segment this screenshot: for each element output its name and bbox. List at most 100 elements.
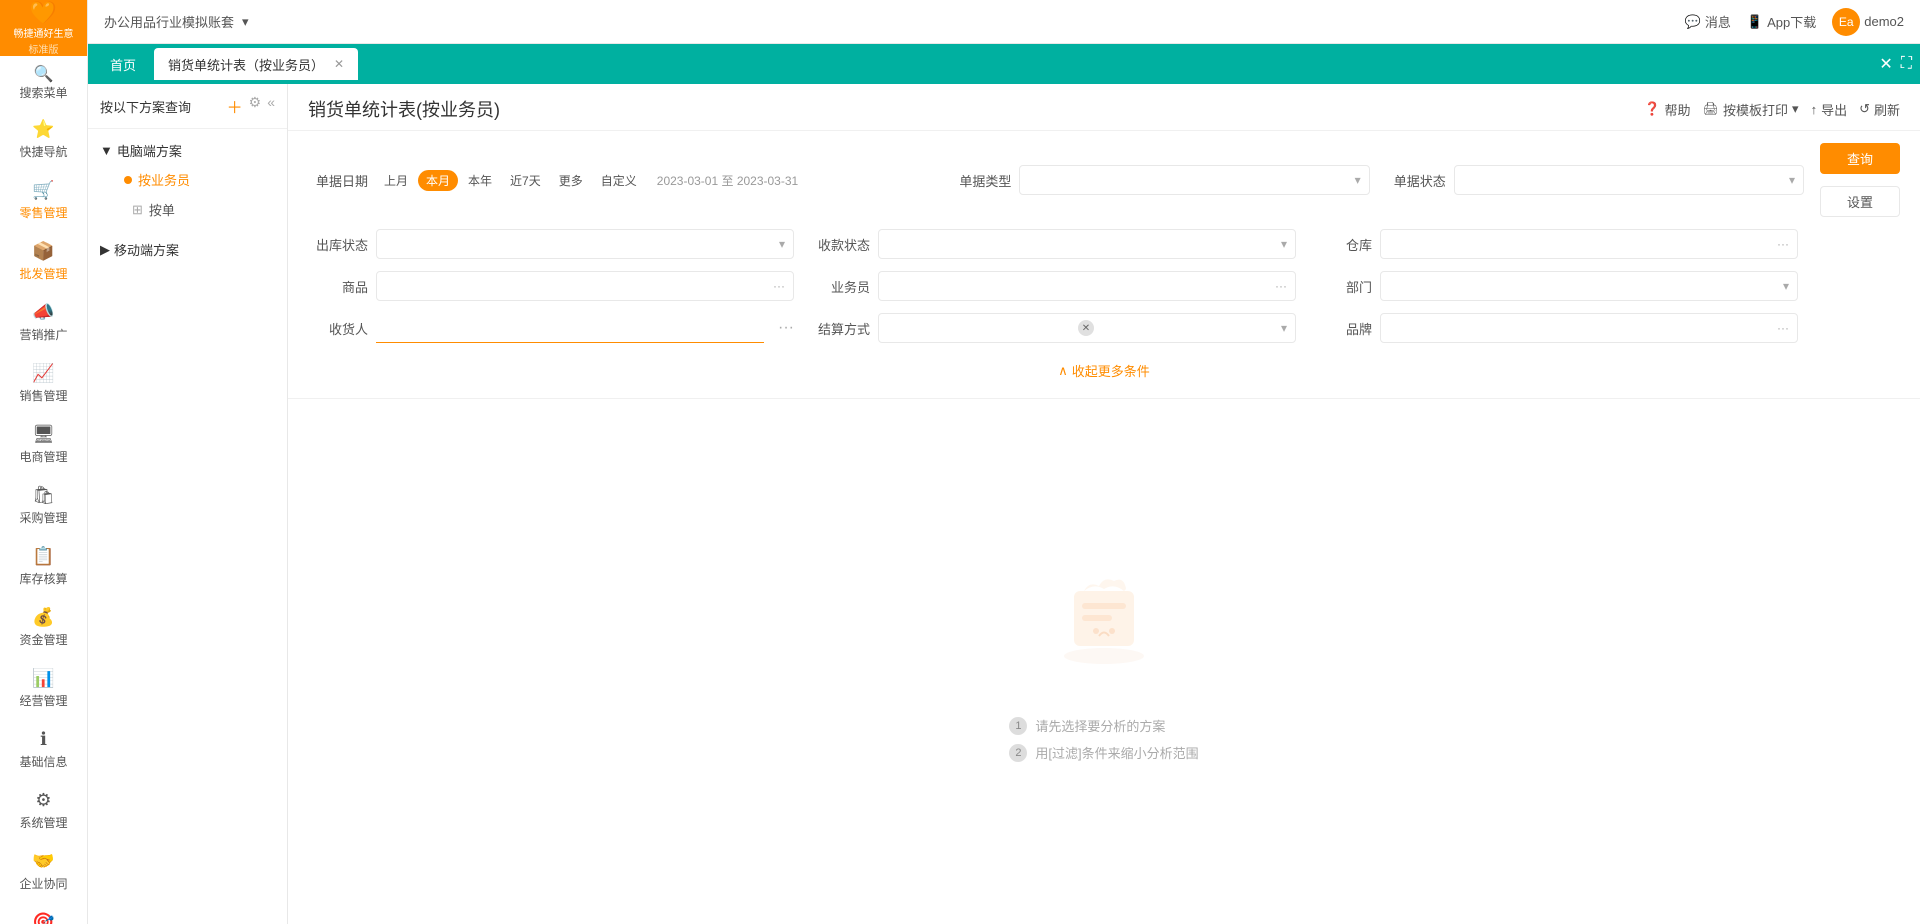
tab-sales-stat-label: 销货单统计表（按业务员） (168, 55, 324, 74)
page-title-bar: 销货单统计表(按业务员) ❓ 帮助 🖨 按模板打印 ▾ ↑ 导出 (288, 84, 1920, 131)
doc-status-label: 单据状态 (1386, 171, 1446, 190)
scheme-collapse-icon[interactable]: « (267, 94, 275, 118)
empty-hint-2: 2 用[过滤]条件来缩小分析范围 (1009, 743, 1198, 762)
date-tab-last-month[interactable]: 上月 (376, 170, 416, 191)
doc-type-select[interactable]: ▾ (1019, 165, 1369, 195)
salesperson-select[interactable]: ··· (878, 271, 1296, 301)
doc-status-select[interactable]: ▾ (1454, 165, 1804, 195)
payment-status-chevron: ▾ (1281, 237, 1287, 251)
enterprise-icon: 🤝 (32, 851, 54, 872)
warehouse-select[interactable]: ··· (1380, 229, 1798, 259)
username: demo2 (1864, 14, 1904, 29)
tab-bar-actions: ✕ ⛶ (1879, 54, 1912, 74)
header-title-area[interactable]: 办公用品行业模拟账套 ▾ (104, 12, 249, 31)
sidebar-item-sales[interactable]: 📈 销售管理 (0, 353, 88, 414)
sidebar-item-basic[interactable]: ℹ 基础信息 (0, 719, 88, 780)
help-button[interactable]: ❓ 帮助 (1644, 100, 1690, 119)
consignee-dots[interactable]: ··· (778, 319, 794, 337)
sidebar: 🧡 畅捷通好生意 标准版 🔍 搜索菜单 ⭐ 快捷导航 🛒 零售管理 📦 批发管理… (0, 0, 88, 924)
setting-button[interactable]: 设置 (1820, 186, 1900, 217)
date-tab-more[interactable]: 更多 (551, 170, 591, 191)
scheme-item-by-order[interactable]: ⊞ 按单 (100, 195, 275, 224)
department-select[interactable]: ▾ (1380, 271, 1798, 301)
tab-expand-icon[interactable]: ⛶ (1901, 55, 1912, 73)
sidebar-item-finance[interactable]: 💰 资金管理 (0, 597, 88, 658)
scheme-mobile-title[interactable]: ▶ 移动端方案 (100, 236, 275, 263)
sidebar-item-ecommerce[interactable]: 🖥 电商管理 (0, 414, 88, 475)
date-tab-7days[interactable]: 近7天 (502, 170, 549, 191)
refresh-label: 刷新 (1874, 100, 1900, 119)
operations-label: 经营管理 (19, 692, 67, 709)
scheme-add-icon[interactable]: ＋ (227, 94, 243, 118)
scheme-settings-icon[interactable]: ⚙ (249, 94, 262, 118)
sidebar-search[interactable]: 🔍 搜索菜单 (0, 56, 88, 109)
hint-num-2: 2 (1009, 744, 1027, 762)
query-button[interactable]: 查询 (1820, 143, 1900, 174)
retail-label: 零售管理 (19, 204, 67, 221)
empty-hints: 1 请先选择要分析的方案 2 用[过滤]条件来缩小分析范围 (1009, 716, 1198, 762)
warehouse-cell: 仓库 ··· (1312, 229, 1798, 259)
export-button[interactable]: ↑ 导出 (1811, 100, 1848, 119)
brand-select[interactable]: ··· (1380, 313, 1798, 343)
scheme-desktop-title[interactable]: ▼ 电脑端方案 (100, 137, 275, 164)
user-menu[interactable]: Ea demo2 (1832, 8, 1904, 36)
sidebar-item-purchase[interactable]: 🛍 采购管理 (0, 475, 88, 536)
tab-close-icon[interactable]: ✕ (334, 57, 344, 71)
brand-cell: 品牌 ··· (1312, 313, 1798, 343)
message-button[interactable]: 💬 消息 (1685, 12, 1731, 31)
scheme-item-by-salesperson[interactable]: 按业务员 (100, 164, 275, 195)
template-print-button[interactable]: 🖨 按模板打印 ▾ (1703, 100, 1799, 119)
export-icon: ↑ (1811, 102, 1818, 117)
out-status-cell: 出库状态 ▾ (308, 229, 794, 259)
doc-status-cell: 单据状态 ▾ (1386, 165, 1804, 195)
out-status-select[interactable]: ▾ (376, 229, 794, 259)
payment-status-label: 收款状态 (810, 235, 870, 254)
consignee-input[interactable] (376, 313, 764, 343)
sidebar-item-operations[interactable]: 📊 经营管理 (0, 658, 88, 719)
payment-status-cell: 收款状态 ▾ (810, 229, 1296, 259)
date-tab-this-year[interactable]: 本年 (460, 170, 500, 191)
scheme-panel-title: 按以下方案查询 (100, 97, 191, 116)
sidebar-item-shortcut[interactable]: ⭐ 快捷导航 (0, 109, 88, 170)
sidebar-item-enterprise[interactable]: 🤝 企业协同 (0, 841, 88, 902)
payment-status-select[interactable]: ▾ (878, 229, 1296, 259)
refresh-icon: ↺ (1859, 101, 1870, 117)
brand-dots: ··· (1777, 321, 1789, 335)
inventory-icon: 📋 (32, 546, 54, 567)
sidebar-logo[interactable]: 🧡 畅捷通好生意 标准版 (0, 0, 88, 56)
salesperson-label: 业务员 (810, 277, 870, 296)
settlement-clear-button[interactable]: ✕ (1078, 320, 1094, 336)
tab-home[interactable]: 首页 (96, 48, 150, 80)
tab-close-all-icon[interactable]: ✕ (1879, 54, 1892, 74)
filter-row-3: 商品 ··· 业务员 ··· 部门 (308, 271, 1900, 301)
goods-dots: ··· (773, 279, 785, 293)
system-icon: ⚙ (35, 790, 51, 811)
goods-select[interactable]: ··· (376, 271, 794, 301)
scheme-active-dot (124, 176, 132, 184)
purchase-label: 采购管理 (19, 509, 67, 526)
scheme-by-salesperson-label: 按业务员 (138, 170, 190, 189)
page-title: 销货单统计表(按业务员) (308, 96, 500, 122)
settlement-select[interactable]: ✕ ▾ (878, 313, 1296, 343)
template-print-label: 按模板打印 (1723, 100, 1788, 119)
tab-sales-stat[interactable]: 销货单统计表（按业务员） ✕ (154, 48, 358, 80)
sales-icon: 📈 (32, 363, 54, 384)
date-tab-custom[interactable]: 自定义 (593, 170, 645, 191)
header-title: 办公用品行业模拟账套 (104, 12, 234, 31)
sidebar-item-inventory[interactable]: 📋 库存核算 (0, 536, 88, 597)
sidebar-item-retail[interactable]: 🛒 零售管理 (0, 170, 88, 231)
app-download-button[interactable]: 📱 App下载 (1747, 12, 1816, 31)
date-range-display: 2023-03-01 至 2023-03-31 (657, 172, 798, 189)
sidebar-item-newbie[interactable]: 🎯 新手引导 (0, 902, 88, 924)
date-tab-this-month[interactable]: 本月 (418, 170, 458, 191)
header-dropdown-icon[interactable]: ▾ (242, 14, 249, 30)
sidebar-item-marketing[interactable]: 📣 营销推广 (0, 292, 88, 353)
warehouse-label: 仓库 (1312, 235, 1372, 254)
sidebar-item-system[interactable]: ⚙ 系统管理 (0, 780, 88, 841)
refresh-button[interactable]: ↺ 刷新 (1859, 100, 1900, 119)
collapse-button[interactable]: ∧ 收起更多条件 (308, 355, 1900, 386)
scheme-desktop-arrow: ▼ (100, 143, 113, 158)
consignee-label: 收货人 (308, 319, 368, 338)
logo-icon: 🧡 (30, 0, 57, 26)
sidebar-item-wholesale[interactable]: 📦 批发管理 (0, 231, 88, 292)
